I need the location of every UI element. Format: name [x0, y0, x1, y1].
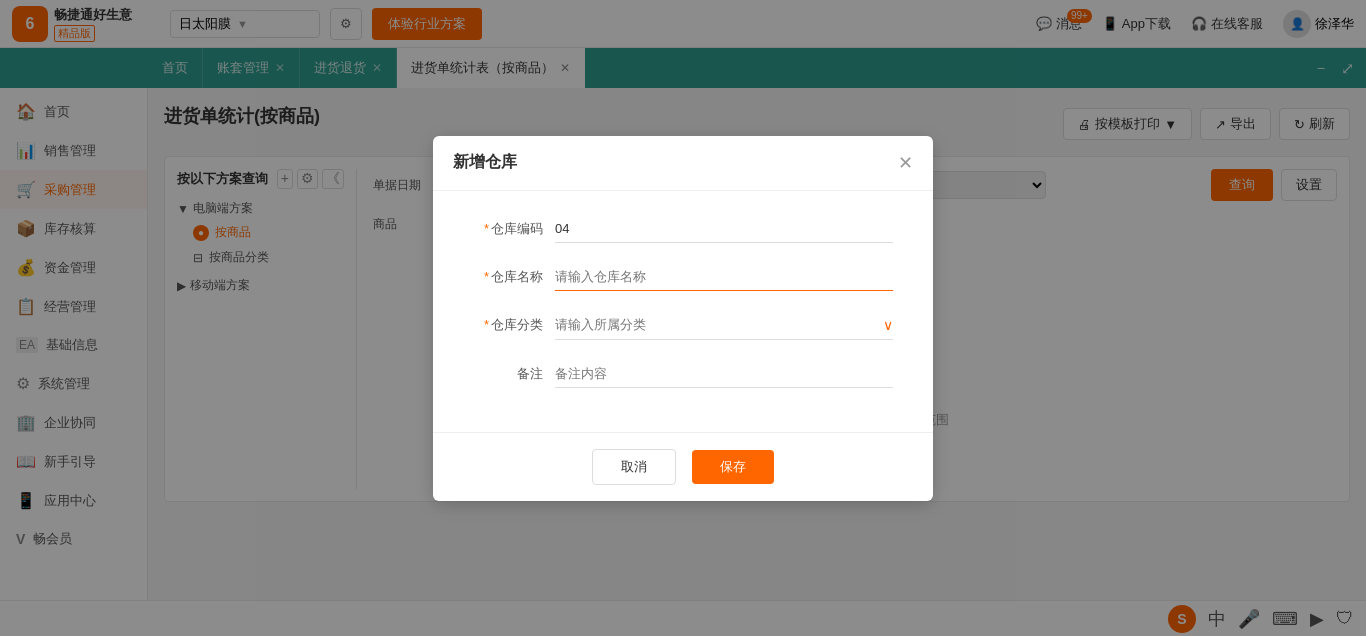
warehouse-category-label: 仓库分类 [473, 316, 543, 334]
warehouse-name-input[interactable] [555, 263, 893, 291]
save-button[interactable]: 保存 [692, 450, 774, 484]
cancel-button[interactable]: 取消 [592, 449, 676, 485]
dialog-footer: 取消 保存 [433, 432, 933, 501]
remark-label: 备注 [473, 365, 543, 383]
dialog-title: 新增仓库 [453, 152, 517, 173]
warehouse-code-row: 仓库编码 [473, 215, 893, 243]
warehouse-category-select-wrapper: ∨ [555, 311, 893, 340]
warehouse-category-row: 仓库分类 ∨ [473, 311, 893, 340]
warehouse-code-label: 仓库编码 [473, 220, 543, 238]
remark-input[interactable] [555, 360, 893, 388]
dialog-close-icon[interactable]: ✕ [898, 152, 913, 174]
warehouse-name-row: 仓库名称 [473, 263, 893, 291]
dialog-body: 仓库编码 仓库名称 仓库分类 ∨ 备注 [433, 191, 933, 432]
category-chevron-icon[interactable]: ∨ [883, 317, 893, 333]
dialog-header: 新增仓库 ✕ [433, 136, 933, 191]
warehouse-category-input[interactable] [555, 317, 883, 332]
add-warehouse-dialog: 新增仓库 ✕ 仓库编码 仓库名称 仓库分类 ∨ [433, 136, 933, 501]
dialog-overlay: 新增仓库 ✕ 仓库编码 仓库名称 仓库分类 ∨ [0, 0, 1366, 636]
warehouse-name-label: 仓库名称 [473, 268, 543, 286]
remark-row: 备注 [473, 360, 893, 388]
warehouse-code-input[interactable] [555, 215, 893, 243]
